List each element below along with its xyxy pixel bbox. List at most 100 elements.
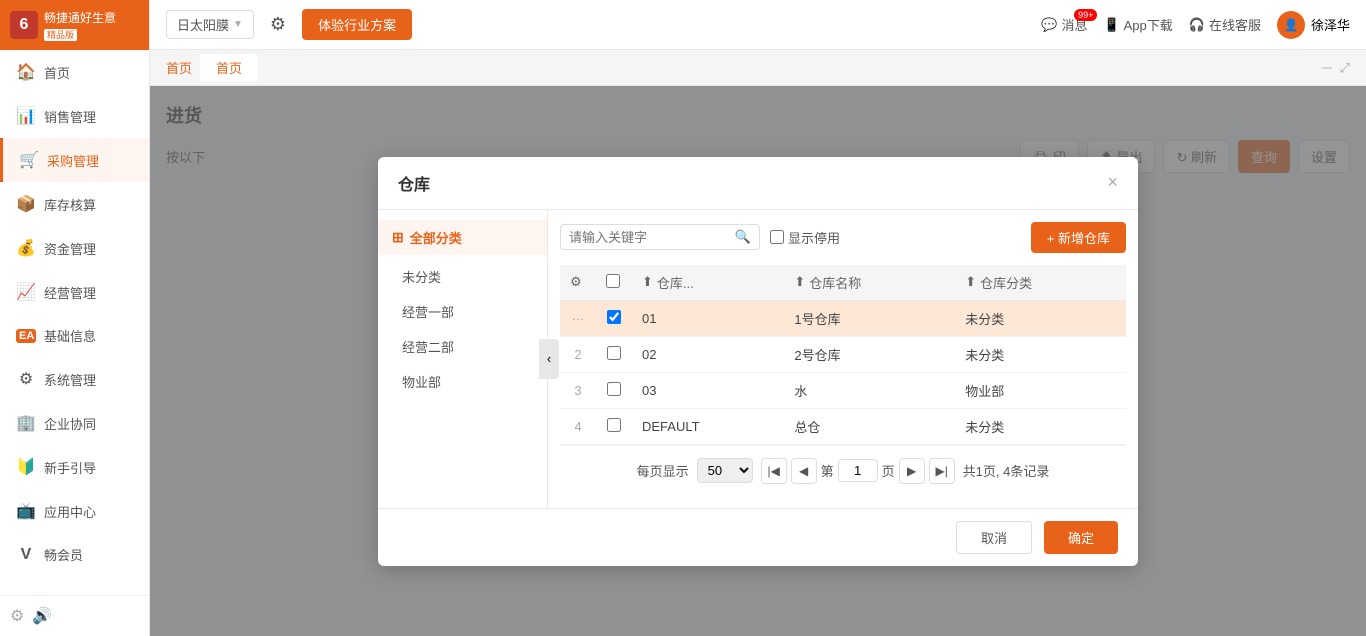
- th-gear[interactable]: ⚙: [560, 265, 596, 301]
- search-input[interactable]: [569, 230, 731, 245]
- table-wrapper: ⚙ ⬆ 仓库...: [560, 265, 1126, 445]
- gear-icon[interactable]: ⚙: [266, 10, 290, 39]
- modal-overlay: 仓库 × ⊞ 全部分类 未分类 经营一: [150, 86, 1366, 636]
- sidebar-item-apps[interactable]: 📺 应用中心: [0, 489, 149, 533]
- notification-button[interactable]: 💬 消息 99+: [1041, 15, 1087, 34]
- customer-service-link[interactable]: 🎧 在线客服: [1189, 15, 1261, 34]
- settings-icon[interactable]: ⚙: [10, 606, 24, 626]
- inventory-icon: 📦: [16, 194, 36, 214]
- search-icon[interactable]: 🔍: [735, 229, 751, 245]
- cancel-button[interactable]: 取消: [956, 521, 1032, 554]
- logo-text: 畅捷通好生意 精品版: [44, 9, 116, 41]
- close-button[interactable]: ×: [1107, 172, 1118, 193]
- apps-icon: 📺: [16, 501, 36, 521]
- total-info: 共1页, 4条记录: [963, 461, 1050, 480]
- sidebar-item-member[interactable]: V 畅会员: [0, 533, 149, 576]
- content-toolbar: 🔍 显示停用 + 新增仓库: [560, 222, 1126, 253]
- row-name: 1号仓库: [784, 300, 955, 336]
- breadcrumb-bar: 首页 首页 ─ ⤢: [150, 50, 1366, 86]
- row-category: 未分类: [955, 300, 1126, 336]
- sidebar-item-sales[interactable]: 📊 销售管理: [0, 94, 149, 138]
- expand-icon[interactable]: ⤢: [1340, 60, 1350, 76]
- sidebar-item-operation[interactable]: 📈 经营管理: [0, 270, 149, 314]
- topbar-right: 💬 消息 99+ 📱 App下载 🎧 在线客服 👤 徐泽华: [1041, 11, 1350, 39]
- sidebar-logo: 6 畅捷通好生意 精品版: [0, 0, 149, 50]
- row-checkbox-cell: [596, 372, 632, 408]
- table-body: ··· 01 1号仓库 未分类 2 02 2号仓库 未分类 3: [560, 300, 1126, 444]
- breadcrumb-home[interactable]: 首页: [166, 58, 192, 77]
- speaker-icon[interactable]: 🔊: [32, 606, 52, 626]
- sidebar-item-system[interactable]: ⚙ 系统管理: [0, 357, 149, 401]
- row-checkbox-cell: [596, 408, 632, 444]
- row-checkbox[interactable]: [607, 346, 621, 360]
- category-item-property[interactable]: 物业部: [378, 364, 547, 399]
- trial-button[interactable]: 体验行业方案: [302, 9, 412, 40]
- first-page-button[interactable]: |◀: [761, 458, 787, 484]
- category-item-dept2[interactable]: 经营二部: [378, 329, 547, 364]
- sidebar-item-purchase[interactable]: 🛒 采购管理: [0, 138, 149, 182]
- row-index: 2: [560, 336, 596, 372]
- row-category: 未分类: [955, 336, 1126, 372]
- row-code: 01: [632, 300, 784, 336]
- prev-page-button[interactable]: ◀: [791, 458, 817, 484]
- table-row[interactable]: 4 DEFAULT 总仓 未分类: [560, 408, 1126, 444]
- row-checkbox-cell: [596, 336, 632, 372]
- warehouse-table: ⚙ ⬆ 仓库...: [560, 265, 1126, 445]
- confirm-button[interactable]: 确定: [1044, 521, 1118, 554]
- sidebar-item-guide[interactable]: 🔰 新手引导: [0, 445, 149, 489]
- dropdown-arrow-icon: ▼: [233, 19, 243, 30]
- guide-icon: 🔰: [16, 457, 36, 477]
- category-toggle-button[interactable]: ‹: [539, 339, 559, 379]
- row-category: 未分类: [955, 408, 1126, 444]
- category-panel: ⊞ 全部分类 未分类 经营一部 经营二部 物业部: [378, 210, 548, 508]
- th-code: ⬆ 仓库...: [632, 265, 784, 301]
- sidebar-item-home[interactable]: 🏠 首页: [0, 50, 149, 94]
- next-page-button[interactable]: ▶: [899, 458, 925, 484]
- page-size-select[interactable]: 50 20 100: [697, 458, 753, 483]
- table-row[interactable]: ··· 01 1号仓库 未分类: [560, 300, 1126, 336]
- row-checkbox[interactable]: [607, 418, 621, 432]
- last-page-button[interactable]: ▶|: [929, 458, 955, 484]
- all-categories-item[interactable]: ⊞ 全部分类: [378, 220, 547, 255]
- add-warehouse-button[interactable]: + 新增仓库: [1031, 222, 1126, 253]
- table-row[interactable]: 2 02 2号仓库 未分类: [560, 336, 1126, 372]
- modal-header: 仓库 ×: [378, 157, 1138, 210]
- row-checkbox[interactable]: [607, 382, 621, 396]
- category-item-unclassified[interactable]: 未分类: [378, 259, 547, 294]
- modal-body: ⊞ 全部分类 未分类 经营一部 经营二部 物业部: [378, 210, 1138, 508]
- breadcrumb-tab: 首页: [200, 54, 258, 81]
- row-index: 4: [560, 408, 596, 444]
- page-navigation: |◀ ◀ 第 页 ▶ ▶|: [761, 458, 955, 484]
- modal-footer: 取消 确定: [378, 508, 1138, 566]
- avatar: 👤: [1277, 11, 1305, 39]
- page-content: 进货 按以下 🖨 印 ⬆ 导出 ↻ 刷新 查询 设置 仓库 ×: [150, 86, 1366, 636]
- app-download-link[interactable]: 📱 App下载: [1103, 15, 1172, 34]
- sidebar-item-inventory[interactable]: 📦 库存核算: [0, 182, 149, 226]
- select-all-checkbox[interactable]: [606, 274, 620, 288]
- category-item-dept1[interactable]: 经营一部: [378, 294, 547, 329]
- row-code: 02: [632, 336, 784, 372]
- action-dots[interactable]: ···: [572, 311, 585, 326]
- sort-icon2: ⬆: [794, 274, 805, 290]
- store-selector[interactable]: 日太阳膜 ▼: [166, 10, 254, 39]
- table-row[interactable]: 3 03 水 物业部: [560, 372, 1126, 408]
- sidebar-item-enterprise[interactable]: 🏢 企业协同: [0, 401, 149, 445]
- content-panel: 🔍 显示停用 + 新增仓库: [548, 210, 1138, 508]
- row-index: 3: [560, 372, 596, 408]
- grid-icon: ⊞: [392, 229, 404, 246]
- show-disabled-checkbox[interactable]: [770, 230, 784, 244]
- warehouse-modal: 仓库 × ⊞ 全部分类 未分类 经营一: [378, 157, 1138, 566]
- sidebar-bottom: ⚙ 🔊: [0, 595, 149, 636]
- row-checkbox[interactable]: [607, 310, 621, 324]
- th-name: ⬆ 仓库名称: [784, 265, 955, 301]
- sidebar-item-basic[interactable]: EA 基础信息: [0, 314, 149, 357]
- finance-icon: 💰: [16, 238, 36, 258]
- page-number-input[interactable]: [838, 459, 878, 482]
- sidebar-item-finance[interactable]: 💰 资金管理: [0, 226, 149, 270]
- row-name: 总仓: [784, 408, 955, 444]
- user-area[interactable]: 👤 徐泽华: [1277, 11, 1350, 39]
- row-code: DEFAULT: [632, 408, 784, 444]
- pagination: 每页显示 50 20 100 |◀ ◀ 第 页: [560, 445, 1126, 496]
- sales-icon: 📊: [16, 106, 36, 126]
- minimize-icon[interactable]: ─: [1322, 60, 1331, 76]
